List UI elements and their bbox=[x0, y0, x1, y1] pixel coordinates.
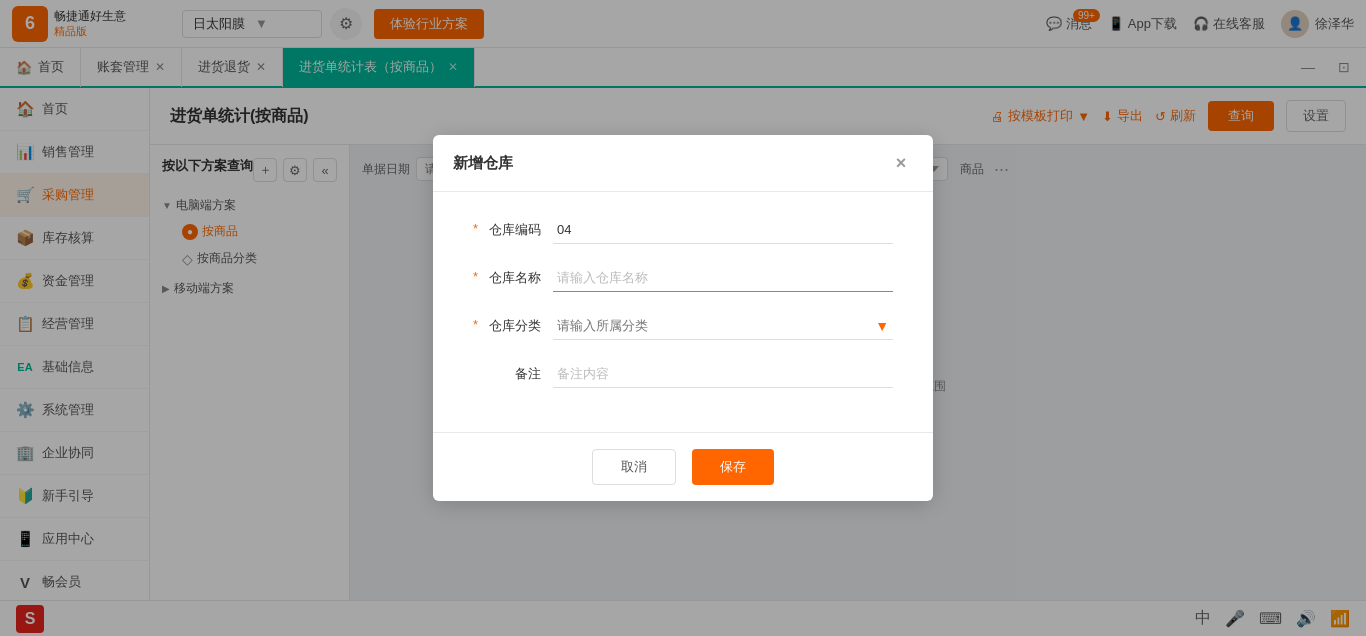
code-label: 仓库编码 bbox=[473, 221, 553, 239]
save-button[interactable]: 保存 bbox=[692, 449, 774, 485]
form-row-category: 仓库分类 ▼ bbox=[473, 312, 893, 340]
form-row-name: 仓库名称 bbox=[473, 264, 893, 292]
modal-overlay[interactable]: 新增仓库 × 仓库编码 仓库名称 仓库分类 ▼ bbox=[0, 0, 1366, 636]
code-input[interactable] bbox=[553, 216, 893, 244]
remark-input[interactable] bbox=[553, 360, 893, 388]
name-label: 仓库名称 bbox=[473, 269, 553, 287]
remark-label: 备注 bbox=[473, 365, 553, 383]
category-arrow-icon: ▼ bbox=[875, 318, 889, 334]
modal-title: 新增仓库 bbox=[453, 154, 513, 173]
modal-close-button[interactable]: × bbox=[889, 151, 913, 175]
modal-footer: 取消 保存 bbox=[433, 432, 933, 501]
category-label: 仓库分类 bbox=[473, 317, 553, 335]
form-row-code: 仓库编码 bbox=[473, 216, 893, 244]
category-input[interactable] bbox=[553, 312, 893, 339]
modal-header: 新增仓库 × bbox=[433, 135, 933, 192]
modal-new-warehouse: 新增仓库 × 仓库编码 仓库名称 仓库分类 ▼ bbox=[433, 135, 933, 501]
cancel-button[interactable]: 取消 bbox=[592, 449, 676, 485]
modal-body: 仓库编码 仓库名称 仓库分类 ▼ 备注 bbox=[433, 192, 933, 432]
category-select-wrapper: ▼ bbox=[553, 312, 893, 340]
name-input[interactable] bbox=[553, 264, 893, 292]
form-row-remark: 备注 bbox=[473, 360, 893, 388]
